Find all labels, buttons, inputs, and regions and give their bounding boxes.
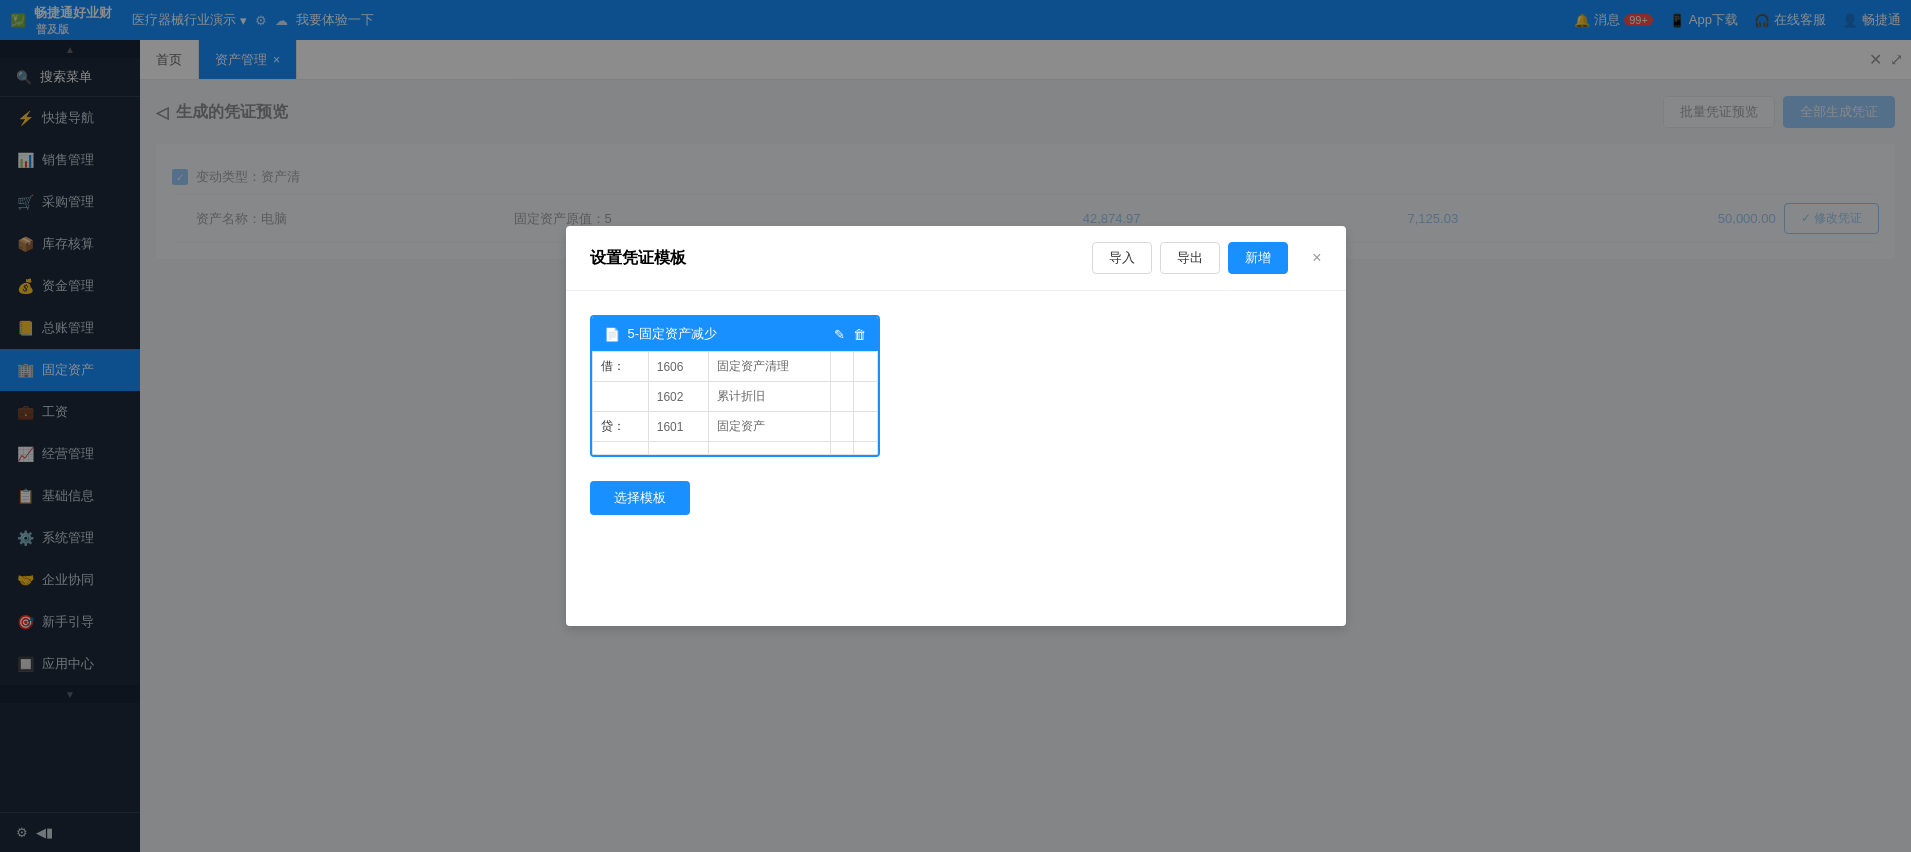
entry-code-2: 1601 [648, 412, 708, 442]
entry-credit-2 [854, 412, 877, 442]
entry-account-2: 固定资产 [708, 412, 830, 442]
template-doc-icon: 📄 [604, 327, 620, 342]
template-entries-table: 借： 1606 固定资产清理 1602 累计折旧 [592, 351, 878, 455]
entry-debit-0 [830, 352, 853, 382]
entry-account-3 [708, 442, 830, 455]
modal-overlay: 设置凭证模板 导入 导出 新增 × 📄 5-固定资产减少 [0, 0, 1911, 852]
entry-code-3 [648, 442, 708, 455]
template-delete-icon[interactable]: 🗑 [853, 327, 866, 342]
entry-account-1: 累计折旧 [708, 382, 830, 412]
template-edit-icon[interactable]: ✎ [834, 327, 845, 342]
entry-credit-3 [854, 442, 877, 455]
entry-code-1: 1602 [648, 382, 708, 412]
dialog-close-btn[interactable]: × [1312, 249, 1321, 267]
template-card-header: 📄 5-固定资产减少 ✎ 🗑 [592, 317, 878, 351]
app-wrapper: 💹 畅捷通好业财 普及版 医疗器械行业演示 ▾ ⚙ ☁ 我要体验一下 🔔 消息 … [0, 0, 1911, 852]
template-card-header-left: 📄 5-固定资产减少 [604, 325, 718, 343]
entry-direction-0: 借： [592, 352, 648, 382]
entry-debit-1 [830, 382, 853, 412]
entry-direction-1 [592, 382, 648, 412]
template-card-body: 借： 1606 固定资产清理 1602 累计折旧 [592, 351, 878, 455]
new-btn[interactable]: 新增 [1228, 242, 1288, 274]
dialog-header: 设置凭证模板 导入 导出 新增 × [566, 226, 1346, 291]
dialog-title: 设置凭证模板 [590, 248, 686, 269]
template-card: 📄 5-固定资产减少 ✎ 🗑 借： [590, 315, 880, 457]
template-name: 5-固定资产减少 [628, 325, 718, 343]
import-btn[interactable]: 导入 [1092, 242, 1152, 274]
template-card-header-icons: ✎ 🗑 [834, 327, 866, 342]
entry-account-0: 固定资产清理 [708, 352, 830, 382]
select-template-btn[interactable]: 选择模板 [590, 481, 690, 515]
dialog-header-actions: 导入 导出 新增 × [1092, 242, 1321, 274]
template-entry-row: 1602 累计折旧 [592, 382, 877, 412]
entry-direction-3 [592, 442, 648, 455]
template-entry-row [592, 442, 877, 455]
dialog-set-template: 设置凭证模板 导入 导出 新增 × 📄 5-固定资产减少 [566, 226, 1346, 626]
entry-code-0: 1606 [648, 352, 708, 382]
entry-debit-2 [830, 412, 853, 442]
entry-credit-1 [854, 382, 877, 412]
export-btn[interactable]: 导出 [1160, 242, 1220, 274]
template-entry-row: 借： 1606 固定资产清理 [592, 352, 877, 382]
entry-credit-0 [854, 352, 877, 382]
template-entry-row: 贷： 1601 固定资产 [592, 412, 877, 442]
entry-debit-3 [830, 442, 853, 455]
dialog-body: 📄 5-固定资产减少 ✎ 🗑 借： [566, 291, 1346, 626]
entry-direction-2: 贷： [592, 412, 648, 442]
